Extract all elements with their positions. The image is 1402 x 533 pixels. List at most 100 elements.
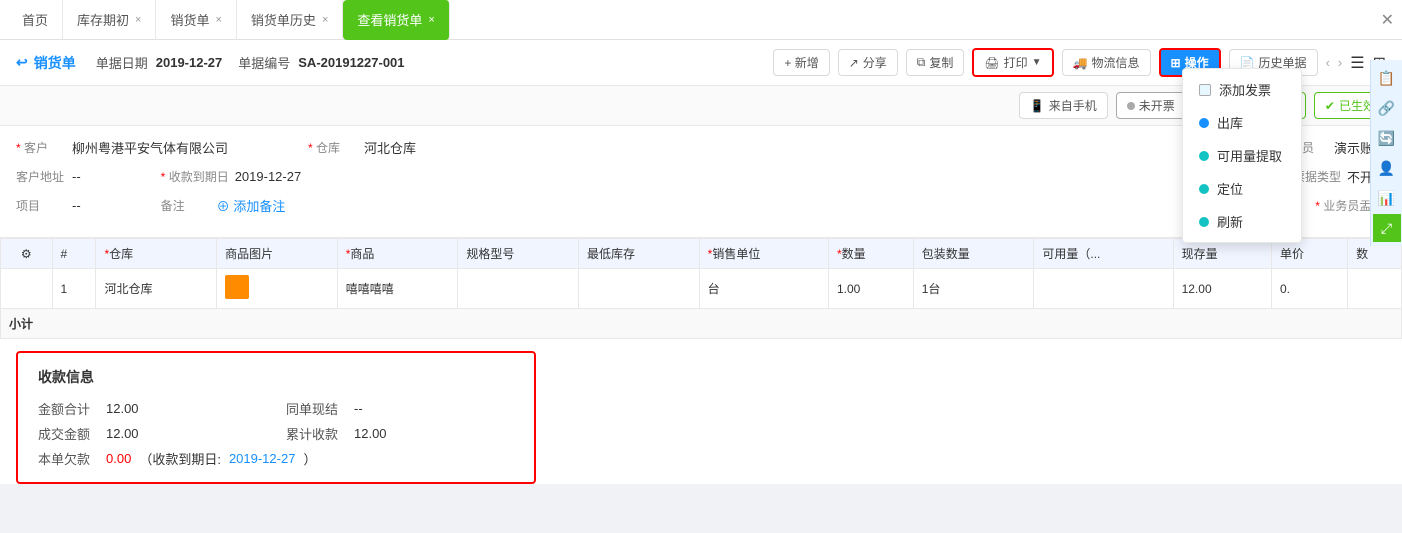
- due-date-label: 收款到期日: [161, 168, 229, 185]
- dropdown-add-invoice[interactable]: 添加发票: [1183, 73, 1301, 106]
- dropdown-locate[interactable]: 定位: [1183, 172, 1301, 205]
- dropdown-available-qty[interactable]: 可用量提取: [1183, 139, 1301, 172]
- view-list-icon[interactable]: ☰: [1350, 53, 1364, 73]
- available-qty-label: 可用量提取: [1217, 146, 1282, 165]
- tab-inventory[interactable]: 库存期初 ×: [63, 0, 156, 40]
- address-field: 客户地址 --: [16, 168, 81, 185]
- share-button[interactable]: ↗ 分享: [838, 49, 898, 76]
- row-settings: [1, 269, 53, 309]
- tab-view-sale[interactable]: 查看销货单 ×: [343, 0, 449, 40]
- ops-icon: ⊞: [1171, 56, 1181, 70]
- nav-next[interactable]: ›: [1338, 55, 1342, 70]
- due-date-value[interactable]: 2019-12-27: [235, 169, 302, 184]
- tab-inventory-close[interactable]: ×: [135, 14, 141, 26]
- row-seq: 1: [52, 269, 96, 309]
- tab-inventory-label: 库存期初: [77, 10, 129, 29]
- doc-title-text: 销货单: [34, 53, 76, 73]
- sidebar-icon-refresh[interactable]: 🔄: [1373, 124, 1401, 152]
- from-phone-btn[interactable]: 📱 来自手机: [1019, 92, 1108, 119]
- doc-meta: 单据日期 2019-12-27 单据编号 SA-20191227-001: [96, 53, 774, 72]
- product-table-wrap: ⚙ # *仓库 商品图片 *商品 规格型号 最低库存 *销售单位 *数量 包装数…: [0, 237, 1402, 339]
- th-product: *商品: [337, 239, 458, 269]
- cumulative-value: 12.00: [354, 426, 387, 441]
- not-open-btn[interactable]: 未开票: [1116, 92, 1186, 119]
- warehouse-label: 仓库: [308, 139, 358, 156]
- customer-label: 客户: [16, 139, 66, 156]
- not-open-label: 未开票: [1139, 97, 1175, 114]
- tab-sale-order-close[interactable]: ×: [215, 14, 221, 26]
- th-min-stock: 最低库存: [579, 239, 700, 269]
- form-row-3: 项目 -- 备注 ⊕ 添加备注 业务员盂 --: [16, 196, 1386, 215]
- dropdown-refresh[interactable]: 刷新: [1183, 205, 1301, 238]
- remark-label: 备注: [161, 197, 211, 214]
- sidebar-icon-link[interactable]: 🔗: [1373, 94, 1401, 122]
- available-qty-icon: [1199, 151, 1209, 161]
- add-remark-btn[interactable]: ⊕ 添加备注: [217, 196, 286, 215]
- payment-owed-row: 本单欠款 0.00 （收款到期日: 2019-12-27 ）: [38, 449, 514, 468]
- subtotal-row: 小计: [1, 309, 1402, 339]
- sidebar-icon-user[interactable]: 👤: [1373, 154, 1401, 182]
- new-button[interactable]: + 新增: [773, 49, 829, 76]
- out-warehouse-icon: [1199, 118, 1209, 128]
- th-spec: 规格型号: [458, 239, 579, 269]
- payment-deal-row: 成交金额 12.00: [38, 424, 266, 443]
- total-label: 金额合计: [38, 399, 98, 418]
- tab-bar-close-btn[interactable]: ✕: [1381, 10, 1394, 30]
- sidebar-icon-doc[interactable]: 📋: [1373, 64, 1401, 92]
- th-stock: 现存量: [1173, 239, 1271, 269]
- sidebar-icon-chart[interactable]: 📊: [1373, 184, 1401, 212]
- customer-value[interactable]: 柳州粤港平安气体有限公司: [72, 138, 228, 157]
- cumulative-label: 累计收款: [286, 424, 346, 443]
- sidebar-icon-expand[interactable]: ⤢: [1373, 214, 1401, 242]
- tab-view-sale-close[interactable]: ×: [428, 14, 434, 26]
- out-warehouse-label: 出库: [1217, 113, 1243, 132]
- ops-dropdown-menu: 添加发票 出库 可用量提取 定位 刷新: [1182, 68, 1302, 243]
- tab-view-sale-label: 查看销货单: [357, 10, 422, 29]
- tab-sale-history-label: 销货单历史: [251, 10, 316, 29]
- owed-date: 2019-12-27: [229, 451, 296, 466]
- tab-sale-history[interactable]: 销货单历史 ×: [237, 0, 343, 40]
- payment-title: 收款信息: [38, 367, 514, 387]
- effect-icon: ✔: [1325, 99, 1335, 113]
- right-sidebar: 📋 🔗 🔄 👤 📊 ⤢: [1370, 60, 1402, 246]
- th-settings[interactable]: ⚙: [1, 239, 53, 269]
- tab-sale-history-close[interactable]: ×: [322, 14, 328, 26]
- owed-label: 本单欠款: [38, 449, 98, 468]
- address-value: --: [72, 169, 81, 184]
- th-seq: #: [52, 239, 96, 269]
- project-value: --: [72, 198, 81, 213]
- copy-button[interactable]: ⧉ 复制: [906, 49, 965, 76]
- refresh-label: 刷新: [1217, 212, 1243, 231]
- tab-sale-order[interactable]: 销货单 ×: [156, 0, 236, 40]
- logistics-button[interactable]: 🚚 物流信息: [1062, 49, 1151, 76]
- customer-field: 客户 柳州粤港平安气体有限公司: [16, 138, 228, 157]
- remark-field: 备注 ⊕ 添加备注: [161, 196, 286, 215]
- phone-icon: 📱: [1030, 99, 1045, 113]
- nav-prev[interactable]: ‹: [1326, 55, 1330, 70]
- deal-value: 12.00: [106, 426, 139, 441]
- payment-total-row: 金额合计 12.00: [38, 399, 266, 418]
- warehouse-value[interactable]: 河北仓库: [364, 138, 416, 157]
- dot-gray: [1127, 102, 1135, 110]
- row-more: [1348, 269, 1402, 309]
- th-image: 商品图片: [217, 239, 338, 269]
- from-phone-label: 来自手机: [1049, 97, 1097, 114]
- print-icon: 🖨: [984, 56, 999, 70]
- table-header-row: ⚙ # *仓库 商品图片 *商品 规格型号 最低库存 *销售单位 *数量 包装数…: [1, 239, 1402, 269]
- th-available: 可用量（...: [1034, 239, 1173, 269]
- product-table: ⚙ # *仓库 商品图片 *商品 规格型号 最低库存 *销售单位 *数量 包装数…: [0, 238, 1402, 339]
- tab-home-label: 首页: [22, 10, 48, 29]
- owed-hint-end: ）: [303, 449, 316, 468]
- print-button[interactable]: 🖨 打印 ▼: [972, 48, 1053, 77]
- deal-label: 成交金额: [38, 424, 98, 443]
- doc-date-label: 单据日期 2019-12-27: [96, 53, 223, 72]
- payment-grid: 金额合计 12.00 同单现结 -- 成交金额 12.00 累计收款 12.00…: [38, 399, 514, 468]
- row-stock: 12.00: [1173, 269, 1271, 309]
- tab-home[interactable]: 首页: [8, 0, 63, 40]
- dropdown-out-warehouse[interactable]: 出库: [1183, 106, 1301, 139]
- th-price: 单价: [1271, 239, 1347, 269]
- same-bill-value: --: [354, 401, 363, 416]
- logistics-label: 物流信息: [1092, 54, 1140, 71]
- row-spec: [458, 269, 579, 309]
- row-unit: 台: [699, 269, 828, 309]
